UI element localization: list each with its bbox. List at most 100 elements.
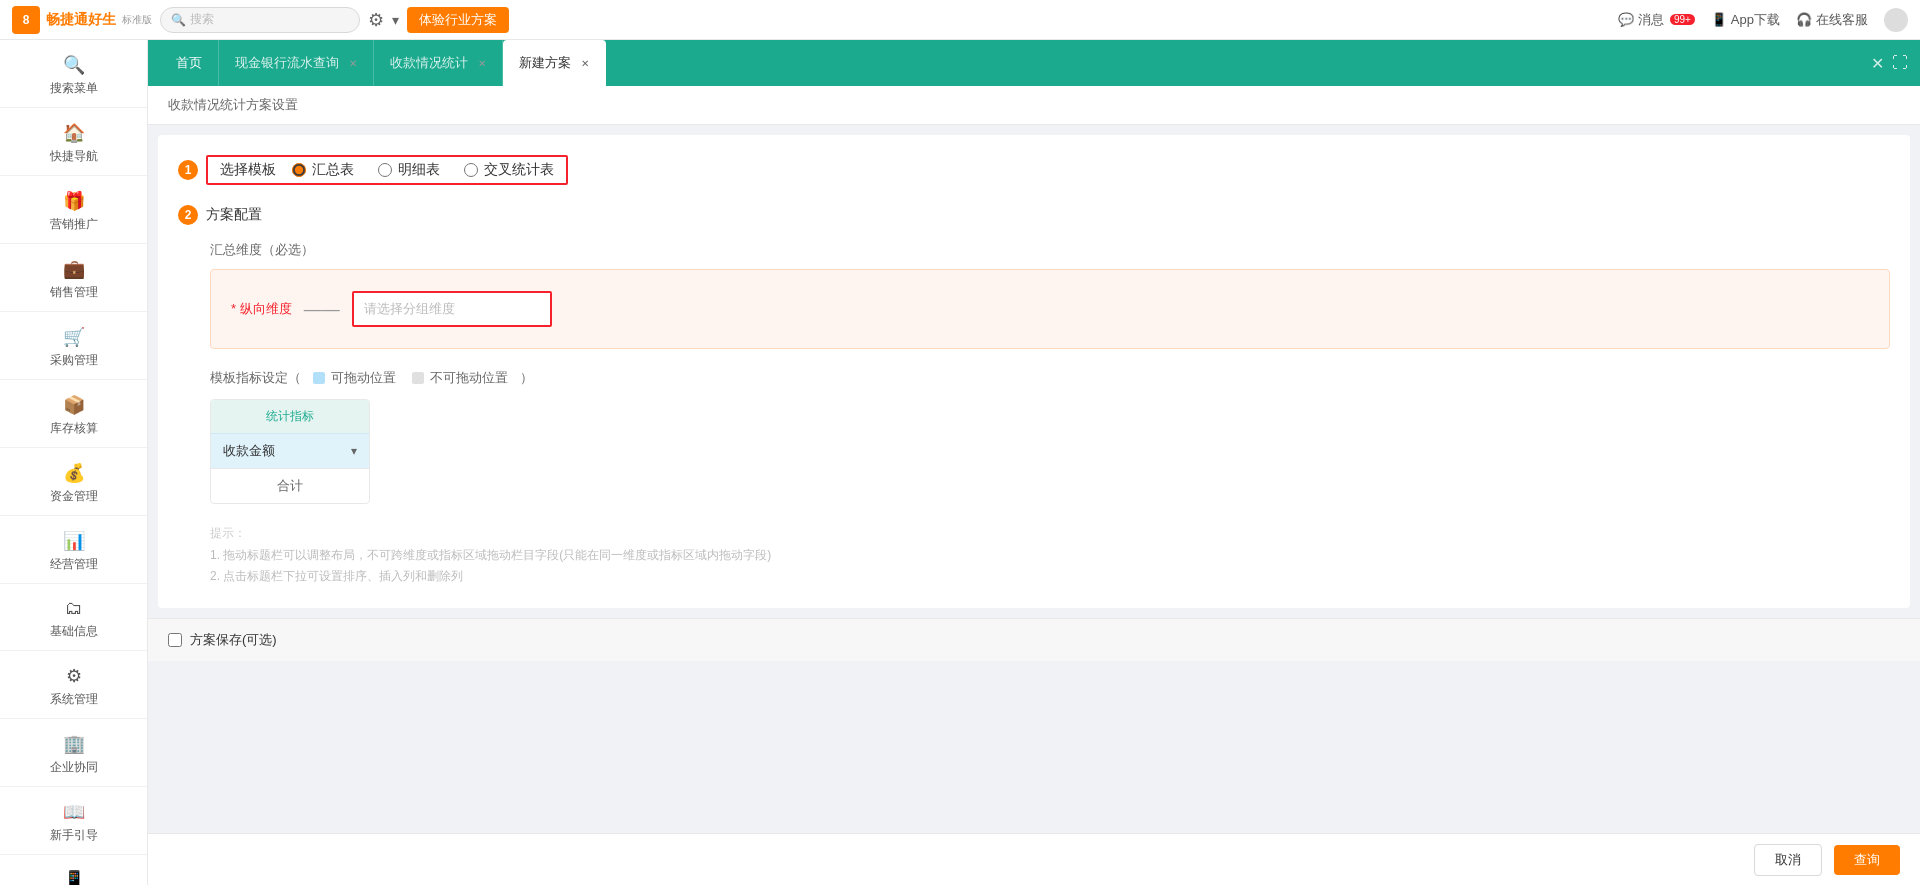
settings-icon[interactable]: ⚙ — [368, 9, 384, 31]
sidebar-label-finance: 资金管理 — [50, 488, 98, 505]
sidebar-item-hardware[interactable]: 📱 智能硬件 — [0, 855, 147, 885]
content-area: 首页 现金银行流水查询 ✕ 收款情况统计 ✕ 新建方案 ✕ ✕ ⛶ — [148, 40, 1920, 885]
search-placeholder: 搜索 — [190, 11, 214, 28]
sidebar-label-nav: 快捷导航 — [50, 148, 98, 165]
section1-num: 1 — [178, 160, 198, 180]
tab-bank[interactable]: 现金银行流水查询 ✕ — [219, 40, 374, 86]
phone-icon: 📱 — [63, 869, 85, 885]
radio-summary-label: 汇总表 — [312, 161, 354, 179]
gear-icon: ⚙ — [66, 665, 82, 687]
sidebar-label-system: 系统管理 — [50, 691, 98, 708]
tab-home-label: 首页 — [176, 54, 202, 72]
tab-expand-icon[interactable]: ⛶ — [1892, 54, 1908, 73]
indicator-dropdown-icon[interactable]: ▾ — [351, 444, 357, 458]
radio-detail-label: 明细表 — [398, 161, 440, 179]
search-menu-icon: 🔍 — [63, 54, 85, 76]
tab-bank-close[interactable]: ✕ — [349, 58, 357, 69]
sidebar-item-system[interactable]: ⚙ 系统管理 — [0, 651, 147, 719]
tab-new-close[interactable]: ✕ — [581, 58, 589, 69]
service-item[interactable]: 🎧 在线客服 — [1796, 11, 1868, 29]
save-section: 方案保存(可选) — [148, 618, 1920, 661]
indicator-table-header: 统计指标 — [211, 400, 369, 433]
legend-draggable-label: 可拖动位置 — [331, 369, 396, 387]
sidebar-label-basic: 基础信息 — [50, 623, 98, 640]
tab-bank-label: 现金银行流水查询 — [235, 54, 339, 72]
sidebar-item-search[interactable]: 🔍 搜索菜单 — [0, 40, 147, 108]
sidebar-item-purchase[interactable]: 🛒 采购管理 — [0, 312, 147, 380]
form-area: 1 选择模板 汇总表 明细表 — [158, 135, 1910, 608]
building-icon: 🏢 — [63, 733, 85, 755]
radio-summary[interactable]: 汇总表 — [292, 161, 354, 179]
indicator-cell-amount[interactable]: 收款金额 ▾ — [211, 433, 369, 468]
tab-home[interactable]: 首页 — [160, 40, 219, 86]
sidebar-label-sales: 销售管理 — [50, 284, 98, 301]
sidebar-item-nav[interactable]: 🏠 快捷导航 — [0, 108, 147, 176]
book-icon: 📖 — [63, 801, 85, 823]
indicator-label: 收款金额 — [223, 442, 275, 460]
sidebar-item-inventory[interactable]: 📦 库存核算 — [0, 380, 147, 448]
industry-btn[interactable]: 体验行业方案 — [407, 7, 509, 33]
cancel-button[interactable]: 取消 — [1754, 844, 1822, 876]
briefcase-icon: 💼 — [63, 258, 85, 280]
tab-bar-actions: ✕ ⛶ — [1871, 54, 1908, 73]
notification-label: 消息 — [1638, 11, 1664, 29]
tab-receipt[interactable]: 收款情况统计 ✕ — [374, 40, 503, 86]
radio-detail[interactable]: 明细表 — [378, 161, 440, 179]
sidebar-item-guide[interactable]: 📖 新手引导 — [0, 787, 147, 855]
notification-item[interactable]: 💬 消息 99+ — [1618, 11, 1695, 29]
logo-text: 畅捷通好生 — [46, 11, 116, 29]
section1-label: 选择模板 汇总表 明细表 — [206, 155, 568, 185]
sidebar-item-corp[interactable]: 🏢 企业协同 — [0, 719, 147, 787]
dim-input[interactable]: 请选择分组维度 — [352, 291, 552, 327]
sidebar-item-basic[interactable]: 🗂 基础信息 — [0, 584, 147, 651]
section1-title: 1 选择模板 汇总表 明细表 — [178, 155, 1890, 185]
radio-cross-label: 交叉统计表 — [484, 161, 554, 179]
indicator-table: 统计指标 收款金额 ▾ 合计 — [210, 399, 370, 504]
dim-title-text: 汇总维度（必选） — [210, 242, 314, 257]
page-header-text: 收款情况统计方案设置 — [168, 97, 298, 112]
section2-num: 2 — [178, 205, 198, 225]
tab-receipt-close[interactable]: ✕ — [478, 58, 486, 69]
legend-dot-non-draggable — [412, 372, 424, 384]
download-item[interactable]: 📱 App下载 — [1711, 11, 1780, 29]
download-icon: 📱 — [1711, 12, 1727, 27]
radio-summary-input[interactable] — [292, 163, 306, 177]
top-actions: 💬 消息 99+ 📱 App下载 🎧 在线客服 — [1618, 8, 1908, 32]
dimension-area: * 纵向维度 —— 请选择分组维度 — [210, 269, 1890, 349]
section2: 2 方案配置 汇总维度（必选） * 纵向维度 —— 请选择分组维度 — [178, 205, 1890, 588]
dim-arrow: —— — [304, 299, 340, 320]
tab-receipt-label: 收款情况统计 — [390, 54, 468, 72]
service-icon: 🎧 — [1796, 12, 1812, 27]
radio-cross-input[interactable] — [464, 163, 478, 177]
section1-text: 选择模板 — [220, 161, 276, 179]
legend-non-draggable-label: 不可拖动位置 — [430, 369, 508, 387]
tips-title: 提示： — [210, 526, 246, 540]
sidebar-label-operation: 经营管理 — [50, 556, 98, 573]
radio-cross[interactable]: 交叉统计表 — [464, 161, 554, 179]
chart-icon: 📊 — [63, 530, 85, 552]
query-button[interactable]: 查询 — [1834, 845, 1900, 875]
dropdown-icon[interactable]: ▾ — [392, 12, 399, 28]
sidebar-label-corp: 企业协同 — [50, 759, 98, 776]
tab-new[interactable]: 新建方案 ✕ — [503, 40, 606, 86]
dim-section-title: 汇总维度（必选） — [210, 241, 1890, 259]
user-item[interactable] — [1884, 8, 1908, 32]
notification-icon: 💬 — [1618, 12, 1634, 27]
radio-detail-input[interactable] — [378, 163, 392, 177]
service-label: 在线客服 — [1816, 11, 1868, 29]
sidebar-label-marketing: 营销推广 — [50, 216, 98, 233]
tab-bar: 首页 现金银行流水查询 ✕ 收款情况统计 ✕ 新建方案 ✕ ✕ ⛶ — [148, 40, 1920, 86]
search-icon: 🔍 — [171, 13, 186, 27]
sidebar-item-operation[interactable]: 📊 经营管理 — [0, 516, 147, 584]
logo-badge: 标准版 — [122, 13, 152, 27]
subtotal-label: 合计 — [277, 478, 303, 493]
sidebar-item-sales[interactable]: 💼 销售管理 — [0, 244, 147, 312]
sidebar-label-search: 搜索菜单 — [50, 80, 98, 97]
save-label: 方案保存(可选) — [190, 631, 277, 649]
tab-close-icon[interactable]: ✕ — [1871, 54, 1884, 73]
sidebar-item-marketing[interactable]: 🎁 营销推广 — [0, 176, 147, 244]
search-bar[interactable]: 🔍 搜索 — [160, 7, 360, 33]
box-icon: 📦 — [63, 394, 85, 416]
save-checkbox[interactable] — [168, 633, 182, 647]
sidebar-item-finance[interactable]: 💰 资金管理 — [0, 448, 147, 516]
